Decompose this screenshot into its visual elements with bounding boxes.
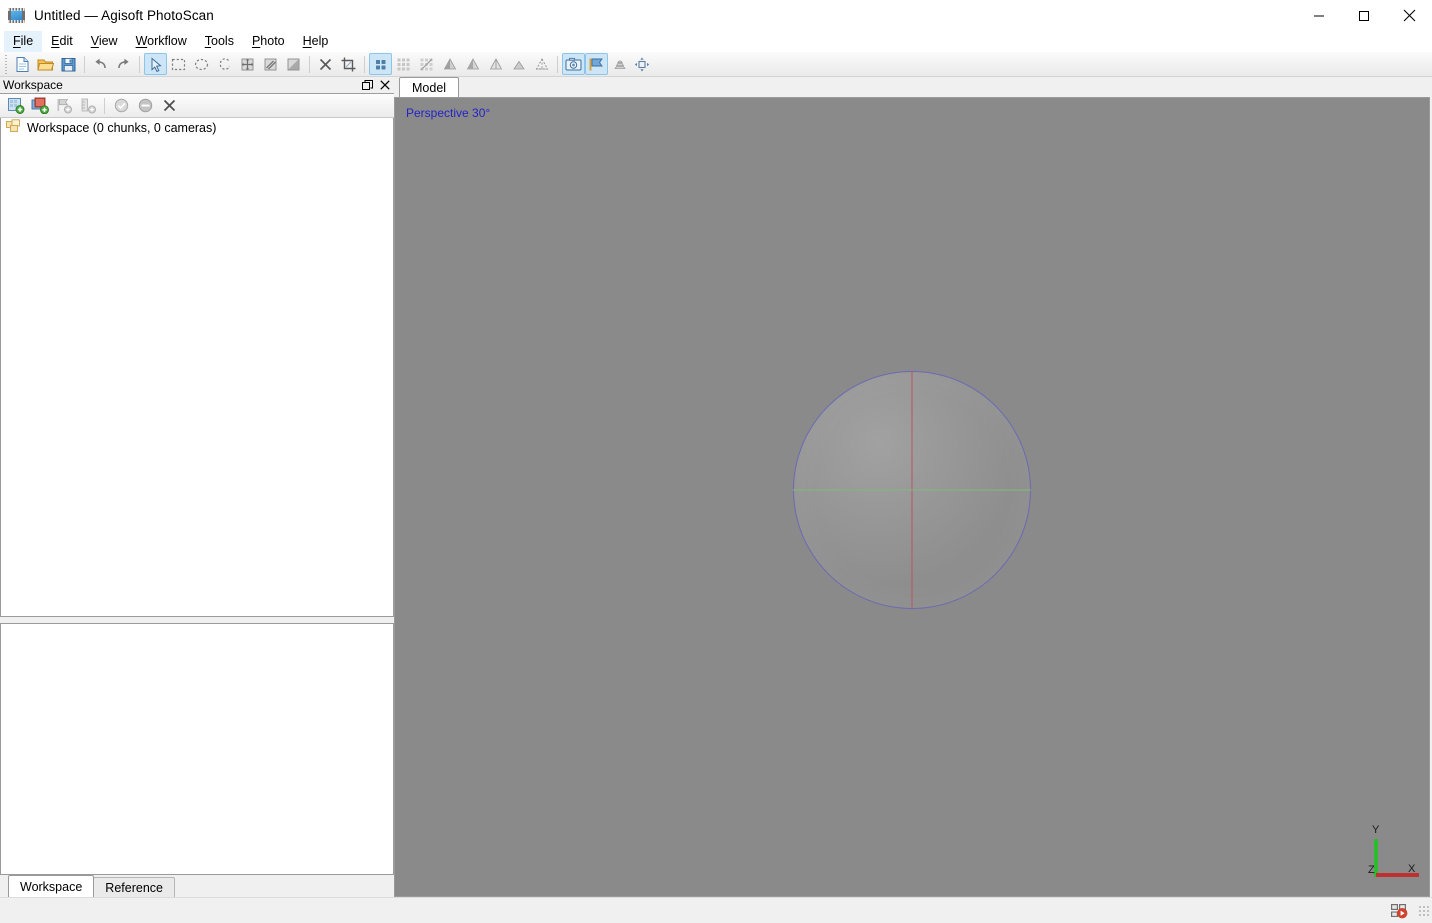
navigation-cursor-icon[interactable] [144, 53, 167, 75]
menu-photo-label: Photo [251, 34, 285, 49]
axis-y-label: Y [1372, 824, 1380, 836]
tab-workspace-label: Workspace [20, 879, 83, 894]
disable-icon[interactable] [133, 95, 157, 116]
crop-selection-icon[interactable] [337, 53, 360, 75]
add-chunk-icon[interactable] [4, 95, 28, 116]
rectangle-selection-icon[interactable] [167, 53, 190, 75]
delete-selection-icon[interactable] [314, 53, 337, 75]
workspace-dock: Workspace Workspace (0 chunks, 0 cameras… [0, 77, 394, 897]
grid-plane-icon[interactable] [608, 53, 631, 75]
show-cameras-icon[interactable] [369, 53, 392, 75]
reset-region-icon[interactable] [631, 53, 654, 75]
add-photos-icon[interactable] [28, 95, 52, 116]
film-strip-icon [8, 7, 25, 24]
tab-reference-label: Reference [105, 880, 163, 895]
dock-tab-bar: Workspace Reference [0, 875, 394, 897]
menu-view-label: View [90, 34, 118, 49]
menu-workflow[interactable]: Workflow [127, 31, 196, 52]
workspace-dock-titlebar: Workspace [0, 77, 394, 94]
scale-object-icon[interactable] [282, 53, 305, 75]
trackball-horizontal-axis [793, 489, 1031, 491]
menu-tools-label: Tools [204, 34, 234, 49]
resize-grip-icon[interactable] [1417, 904, 1430, 917]
axis-z-label: Z [1368, 864, 1375, 876]
toolbar-separator-1 [84, 55, 85, 73]
remove-items-icon[interactable] [157, 95, 181, 116]
add-markers-icon[interactable] [52, 95, 76, 116]
status-bar [0, 897, 1432, 923]
network-offline-icon[interactable] [1389, 901, 1411, 920]
region-flag-icon[interactable] [585, 53, 608, 75]
save-project-icon[interactable] [57, 53, 80, 75]
undo-icon[interactable] [89, 53, 112, 75]
workspace-toolbar [0, 94, 394, 118]
close-button[interactable] [1386, 0, 1432, 31]
title-bar: Untitled — Agisoft PhotoScan [0, 0, 1432, 31]
mesh-shaded-icon[interactable] [484, 53, 507, 75]
add-scalebar-icon[interactable] [76, 95, 100, 116]
menu-edit[interactable]: Edit [42, 31, 82, 52]
main-body: Workspace Workspace (0 chunks, 0 cameras… [0, 77, 1432, 897]
mesh-wireframe-icon[interactable] [530, 53, 553, 75]
redo-icon[interactable] [112, 53, 135, 75]
menu-help[interactable]: Help [294, 31, 338, 52]
toolbar-separator-2 [139, 55, 140, 73]
show-aligned-chunks-icon[interactable] [415, 53, 438, 75]
workspace-node-icon [6, 119, 21, 136]
toolbar-drag-handle[interactable] [3, 54, 9, 74]
tree-item-workspace[interactable]: Workspace (0 chunks, 0 cameras) [1, 118, 393, 137]
navigation-trackball[interactable] [793, 371, 1031, 609]
axis-x-label: X [1408, 863, 1416, 875]
dense-cloud-icon[interactable] [461, 53, 484, 75]
tab-model-label: Model [412, 80, 447, 95]
toolbar-separator-4 [364, 55, 365, 73]
camera-icon[interactable] [562, 53, 585, 75]
workspace-tree[interactable]: Workspace (0 chunks, 0 cameras) [0, 118, 394, 617]
main-toolbar [0, 52, 1432, 77]
rotate-object-icon[interactable] [259, 53, 282, 75]
free-form-selection-icon[interactable] [213, 53, 236, 75]
axis-gizmo: Y X Z [1355, 824, 1419, 884]
tab-workspace[interactable]: Workspace [8, 875, 95, 897]
enable-icon[interactable] [109, 95, 133, 116]
lower-dock-panel[interactable] [0, 623, 394, 875]
menu-view[interactable]: View [82, 31, 127, 52]
workspace-toolbar-separator [104, 97, 105, 114]
mesh-solid-icon[interactable] [507, 53, 530, 75]
menu-file[interactable]: File [4, 31, 43, 52]
menu-tools[interactable]: Tools [196, 31, 243, 52]
show-thumbnails-icon[interactable] [392, 53, 415, 75]
open-project-icon[interactable] [34, 53, 57, 75]
menu-bar: File Edit View Workflow Tools Photo Help [0, 31, 1432, 52]
maximize-button[interactable] [1341, 0, 1386, 31]
menu-edit-label: Edit [51, 34, 73, 49]
toolbar-separator-3 [309, 55, 310, 73]
close-dock-icon[interactable] [377, 78, 392, 93]
view-dock: Model Perspective 30° Y X Z [394, 77, 1432, 897]
menu-workflow-label: Workflow [135, 34, 187, 49]
menu-help-label: Help [302, 34, 329, 49]
point-cloud-icon[interactable] [438, 53, 461, 75]
circle-selection-icon[interactable] [190, 53, 213, 75]
menu-file-label: File [13, 34, 34, 49]
projection-label: Perspective 30° [406, 106, 491, 120]
menu-photo[interactable]: Photo [243, 31, 294, 52]
minimize-button[interactable] [1296, 0, 1341, 31]
window-title: Untitled — Agisoft PhotoScan [34, 8, 214, 23]
tab-model[interactable]: Model [399, 77, 460, 97]
model-viewport[interactable]: Perspective 30° Y X Z [394, 97, 1430, 897]
tab-reference[interactable]: Reference [93, 877, 175, 897]
photoscan-main-window: Untitled — Agisoft PhotoScan File Edit V… [0, 0, 1432, 923]
toolbar-separator-5 [557, 55, 558, 73]
new-project-icon[interactable] [11, 53, 34, 75]
workspace-dock-title: Workspace [3, 78, 63, 92]
restore-dock-icon[interactable] [360, 78, 375, 93]
move-object-icon[interactable] [236, 53, 259, 75]
view-tab-bar: Model [394, 77, 1432, 97]
tree-item-label: Workspace (0 chunks, 0 cameras) [27, 120, 217, 135]
